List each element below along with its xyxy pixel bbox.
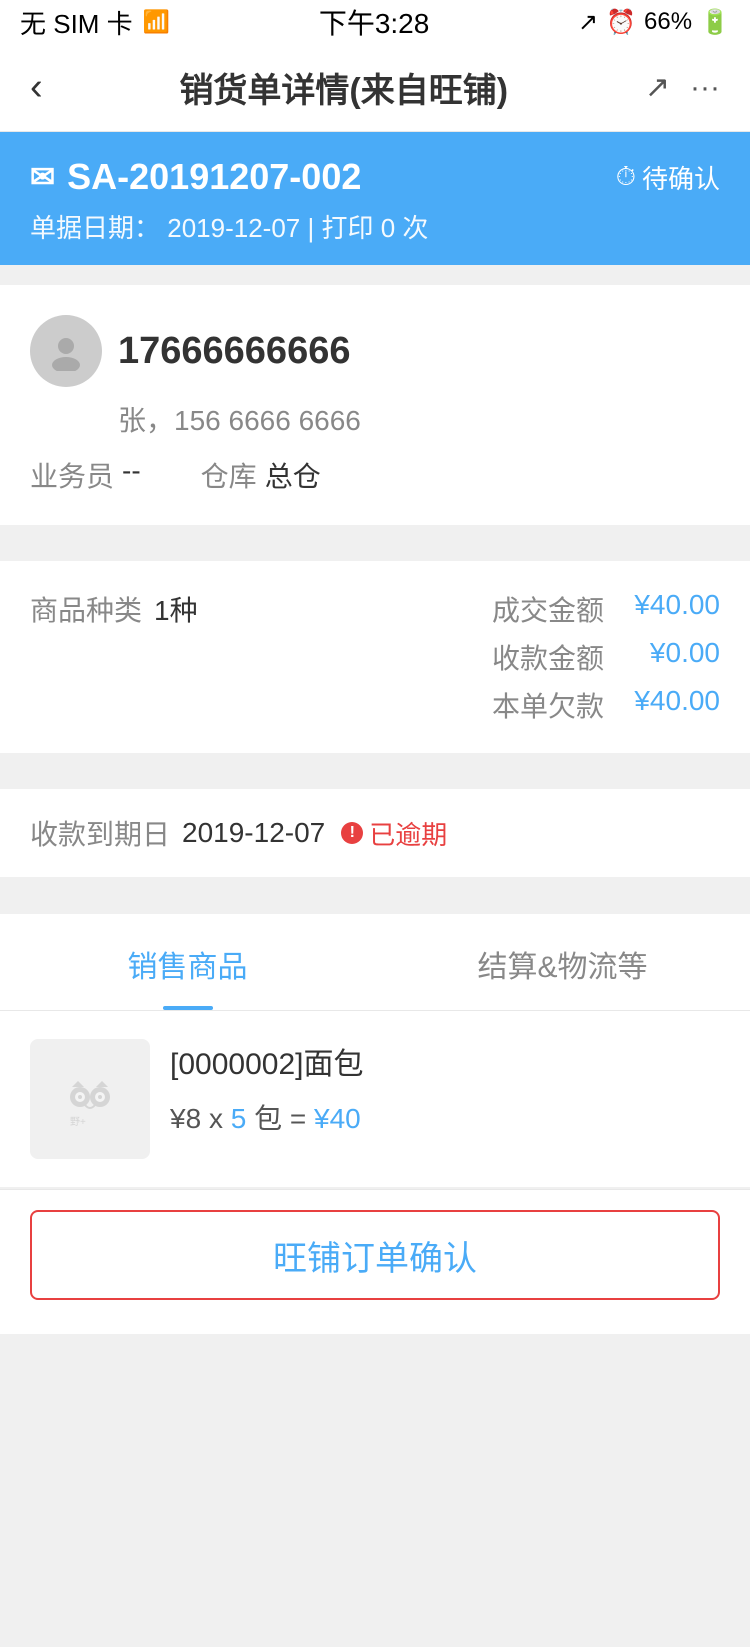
meta-separator: | [307, 213, 321, 243]
page-title: 销货单详情(来自旺铺) [179, 63, 508, 112]
salesperson-label: 业务员 [30, 455, 114, 495]
product-thumbnail: 野+ [30, 1039, 150, 1159]
received-amount-row: 收款金额 ¥0.00 [492, 637, 720, 677]
status-bar-left: 无 SIM 卡 📶 [20, 4, 170, 41]
order-meta: 单据日期： 2019-12-07 | 打印 0 次 [30, 208, 720, 245]
summary-section: 商品种类 1种 成交金额 ¥40.00 收款金额 ¥0.00 本单欠款 ¥40.… [0, 561, 750, 753]
status-bar: 无 SIM 卡 📶 下午3:28 ↗ ⏰ 66% 🔋 [0, 0, 750, 44]
order-id: ✉ SA-20191207-002 [30, 156, 361, 198]
product-type-value: 1种 [154, 589, 198, 629]
customer-sub-info: 张，156 6666 6666 [30, 399, 720, 439]
battery-label: 66% [644, 8, 692, 36]
order-header-banner: ✉ SA-20191207-002 ⏱ 待确认 单据日期： 2019-12-07… [0, 132, 750, 265]
tab-settlement-logistics[interactable]: 结算&物流等 [375, 914, 750, 1010]
status-clock-icon: ⏱ [616, 161, 636, 193]
salesperson-item: 业务员 -- [30, 455, 141, 495]
product-type-info: 商品种类 1种 [30, 589, 198, 629]
order-status: ⏱ 待确认 [616, 159, 720, 196]
salesperson-value: -- [122, 455, 141, 495]
product-list: 野+ [0000002]面包 ¥8 x 5 包 = ¥40 [0, 1011, 750, 1187]
due-date-label: 收款到期日 [30, 813, 170, 853]
received-amount-label: 收款金额 [492, 637, 604, 677]
amount-summary: 成交金额 ¥40.00 收款金额 ¥0.00 本单欠款 ¥40.00 [492, 589, 720, 725]
product-total: ¥40 [314, 1103, 361, 1134]
carrier-label: 无 SIM 卡 [20, 4, 133, 41]
arrears-amount-label: 本单欠款 [492, 685, 604, 725]
customer-meta: 业务员 -- 仓库 总仓 [30, 455, 720, 495]
tab-sales-products[interactable]: 销售商品 [0, 914, 375, 1010]
deal-amount-value: ¥40.00 [620, 589, 720, 629]
equals-sign: = [290, 1103, 314, 1134]
location-icon: ↗ [578, 8, 598, 37]
unit-price: ¥8 [170, 1103, 201, 1134]
product-unit: 包 [254, 1103, 282, 1134]
customer-section: 17666666666 张，156 6666 6666 业务员 -- 仓库 总仓 [0, 285, 750, 525]
product-item: 野+ [0000002]面包 ¥8 x 5 包 = ¥40 [0, 1011, 750, 1187]
product-type-label: 商品种类 [30, 589, 142, 629]
divider-1 [0, 265, 750, 283]
status-text: 待确认 [642, 159, 720, 196]
back-button[interactable]: ‹ [30, 66, 43, 109]
more-icon[interactable]: ··· [690, 71, 720, 105]
multiply-sign: x [209, 1103, 231, 1134]
meta-date-value: 2019-12-07 [167, 213, 300, 243]
deal-amount-label: 成交金额 [492, 589, 604, 629]
due-date-value: 2019-12-07 [182, 817, 325, 849]
print-count: 0 [381, 213, 395, 243]
tabs-section: 销售商品 结算&物流等 [0, 914, 750, 1187]
product-name: [0000002]面包 [170, 1039, 720, 1083]
divider-4 [0, 878, 750, 896]
share-icon[interactable]: ↗ [645, 70, 670, 105]
customer-phone: 17666666666 [118, 330, 350, 373]
received-amount-value: ¥0.00 [620, 637, 720, 677]
print-label: 打印 [321, 213, 373, 243]
svg-text:野+: 野+ [70, 1116, 86, 1128]
status-bar-right: ↗ ⏰ 66% 🔋 [578, 8, 730, 37]
confirm-order-button[interactable]: 旺铺订单确认 [30, 1210, 720, 1300]
overdue-text: 已逾期 [369, 815, 447, 852]
arrears-amount-value: ¥40.00 [620, 685, 720, 725]
divider-3 [0, 753, 750, 771]
customer-avatar [30, 315, 102, 387]
bottom-action-bar: 旺铺订单确认 [0, 1189, 750, 1334]
warehouse-label: 仓库 [201, 455, 257, 495]
navigation-bar: ‹ 销货单详情(来自旺铺) ↗ ··· [0, 44, 750, 132]
print-unit: 次 [402, 213, 428, 243]
product-info: [0000002]面包 ¥8 x 5 包 = ¥40 [170, 1039, 720, 1137]
battery-icon: 🔋 [700, 8, 730, 37]
nav-actions: ↗ ··· [645, 70, 720, 105]
overdue-badge: ! 已逾期 [341, 815, 447, 852]
alarm-icon: ⏰ [606, 8, 636, 37]
warehouse-item: 仓库 总仓 [201, 455, 321, 495]
deal-amount-row: 成交金额 ¥40.00 [492, 589, 720, 629]
meta-date-label: 单据日期： [30, 213, 160, 243]
divider-2 [0, 525, 750, 543]
wifi-icon: 📶 [143, 9, 170, 35]
order-id-text: SA-20191207-002 [67, 156, 361, 198]
tabs-header: 销售商品 结算&物流等 [0, 914, 750, 1011]
product-price: ¥8 x 5 包 = ¥40 [170, 1097, 720, 1137]
product-qty: 5 [231, 1103, 247, 1134]
overdue-dot: ! [341, 822, 363, 844]
warehouse-value: 总仓 [265, 455, 321, 495]
order-icon: ✉ [30, 160, 55, 195]
status-bar-time: 下午3:28 [319, 2, 430, 42]
arrears-amount-row: 本单欠款 ¥40.00 [492, 685, 720, 725]
due-date-section: 收款到期日 2019-12-07 ! 已逾期 [0, 789, 750, 878]
